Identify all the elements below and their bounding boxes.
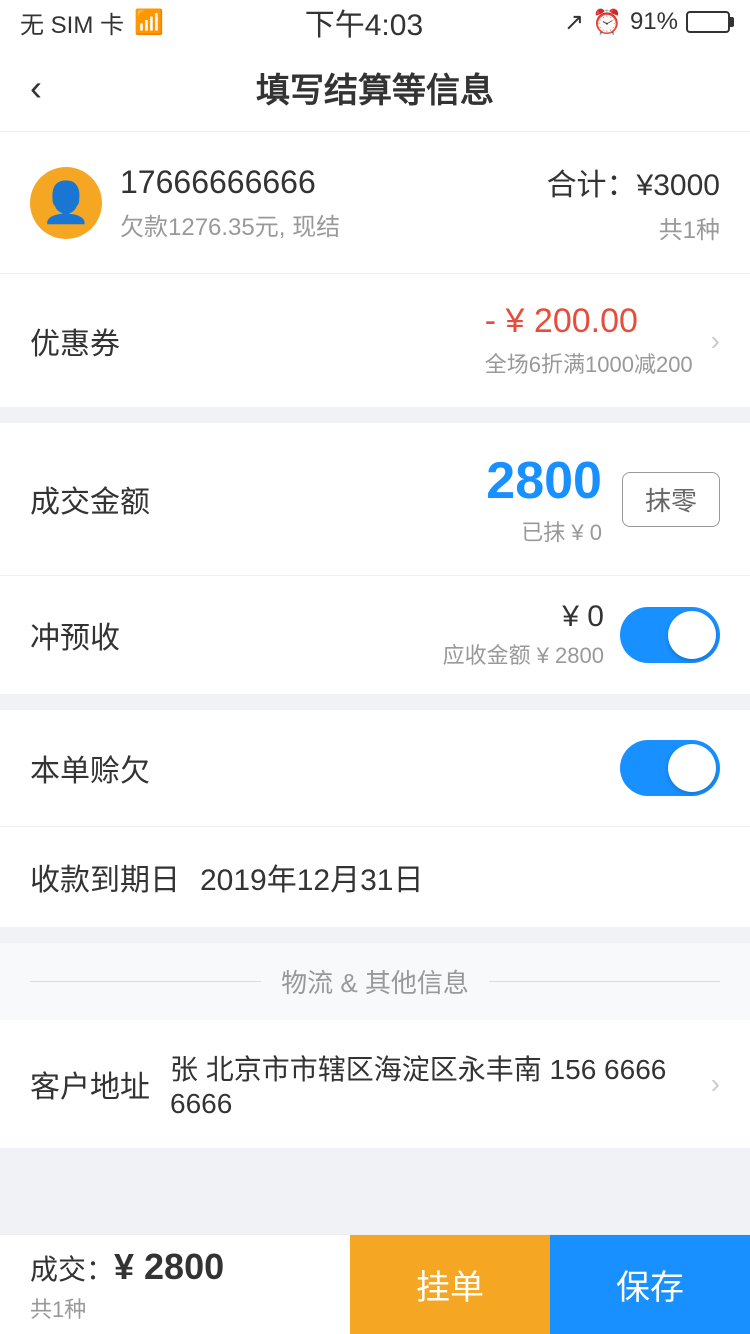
amount-section: 成交金额 2800 已抹 ¥ 0 抹零 冲预收 ¥ 0 应收金额 ¥ 2800 <box>0 423 750 694</box>
divider-line-left <box>30 981 261 982</box>
customer-left: 👤 17666666666 欠款1276.35元, 现结 <box>30 164 340 242</box>
prepay-row: 冲预收 ¥ 0 应收金额 ¥ 2800 <box>0 575 750 694</box>
amount-row: 成交金额 2800 已抹 ¥ 0 抹零 <box>0 423 750 575</box>
customer-count: 共1种 <box>547 210 720 245</box>
customer-sub: 欠款1276.35元, 现结 <box>120 207 340 242</box>
customer-row: 👤 17666666666 欠款1276.35元, 现结 合计：¥3000 共1… <box>0 132 750 273</box>
prepay-label: 冲预收 <box>30 613 120 657</box>
prepay-toggle[interactable] <box>620 607 720 663</box>
logistics-label: 物流 & 其他信息 <box>281 963 469 1000</box>
debit-toggle[interactable] <box>620 740 720 796</box>
location-icon: ↗ <box>564 8 584 37</box>
amount-label: 成交金额 <box>30 477 150 521</box>
coupon-desc: 全场6折满1000减200 <box>485 347 693 379</box>
debit-section: 本单赊欠 收款到期日 2019年12月31日 <box>0 710 750 927</box>
address-section: 客户地址 张 北京市市辖区海淀区永丰南 156 6666 6666 › <box>0 1020 750 1148</box>
debit-toggle-knob <box>668 744 716 792</box>
customer-info: 17666666666 欠款1276.35元, 现结 <box>120 164 340 242</box>
address-row[interactable]: 客户地址 张 北京市市辖区海淀区永丰南 156 6666 6666 › <box>0 1020 750 1148</box>
coupon-discount: - ¥ 200.00 <box>485 302 693 341</box>
wifi-icon: 📶 <box>134 8 164 37</box>
amount-value: 2800 <box>486 451 602 511</box>
pending-button[interactable]: 挂单 <box>350 1235 550 1334</box>
prepay-right: ¥ 0 应收金额 ¥ 2800 <box>443 600 720 670</box>
round-zero-button[interactable]: 抹零 <box>622 472 720 527</box>
nav-bar: ‹ 填写结算等信息 <box>0 44 750 132</box>
toggle-knob <box>668 611 716 659</box>
divider-line-right <box>489 981 720 982</box>
debit-label: 本单赊欠 <box>30 746 150 790</box>
deal-price: ¥ 2800 <box>114 1246 224 1287</box>
logistics-divider: 物流 & 其他信息 <box>0 943 750 1020</box>
coupon-row[interactable]: 优惠券 - ¥ 200.00 全场6折满1000减200 › <box>0 273 750 407</box>
address-arrow-icon: › <box>711 1068 720 1100</box>
battery-percent: 91% <box>630 8 678 36</box>
prepay-amount: ¥ 0 <box>443 600 604 634</box>
bottom-bar: 成交：¥ 2800 共1种 挂单 保存 <box>0 1234 750 1334</box>
status-left: 无 SIM 卡 📶 <box>20 5 164 40</box>
customer-total: 合计：¥3000 <box>547 160 720 204</box>
page-title: 填写结算等信息 <box>256 63 494 112</box>
coupon-right: - ¥ 200.00 全场6折满1000减200 › <box>485 302 720 379</box>
deal-label: 成交： <box>30 1254 114 1285</box>
alarm-icon: ⏰ <box>592 8 622 37</box>
battery-icon <box>686 11 730 33</box>
status-bar: 无 SIM 卡 📶 下午4:03 ↗ ⏰ 91% <box>0 0 750 44</box>
customer-phone: 17666666666 <box>120 164 340 201</box>
address-value: 张 北京市市辖区海淀区永丰南 156 6666 6666 <box>170 1048 691 1120</box>
customer-right: 合计：¥3000 共1种 <box>547 160 720 245</box>
due-date-row: 收款到期日 2019年12月31日 <box>0 826 750 927</box>
customer-section: 👤 17666666666 欠款1276.35元, 现结 合计：¥3000 共1… <box>0 132 750 407</box>
bottom-count: 共1种 <box>30 1292 320 1324</box>
prepay-amount-block: ¥ 0 应收金额 ¥ 2800 <box>443 600 604 670</box>
coupon-label: 优惠券 <box>30 319 120 363</box>
carrier-text: 无 SIM 卡 <box>20 5 124 40</box>
debit-row: 本单赊欠 <box>0 710 750 826</box>
back-button[interactable]: ‹ <box>20 57 52 119</box>
due-date-value: 2019年12月31日 <box>200 855 423 899</box>
save-button[interactable]: 保存 <box>550 1235 750 1334</box>
address-label: 客户地址 <box>30 1062 150 1106</box>
prepay-sub: 应收金额 ¥ 2800 <box>443 638 604 670</box>
avatar: 👤 <box>30 167 102 239</box>
time-display: 下午4:03 <box>305 0 423 44</box>
amount-sub: 已抹 ¥ 0 <box>486 515 602 547</box>
bottom-deal: 成交：¥ 2800 <box>30 1246 320 1288</box>
amount-right: 2800 已抹 ¥ 0 抹零 <box>486 451 720 547</box>
bottom-summary: 成交：¥ 2800 共1种 <box>0 1235 350 1334</box>
due-date-label: 收款到期日 <box>30 855 180 899</box>
status-right: ↗ ⏰ 91% <box>564 8 730 37</box>
coupon-arrow-icon: › <box>711 325 720 357</box>
